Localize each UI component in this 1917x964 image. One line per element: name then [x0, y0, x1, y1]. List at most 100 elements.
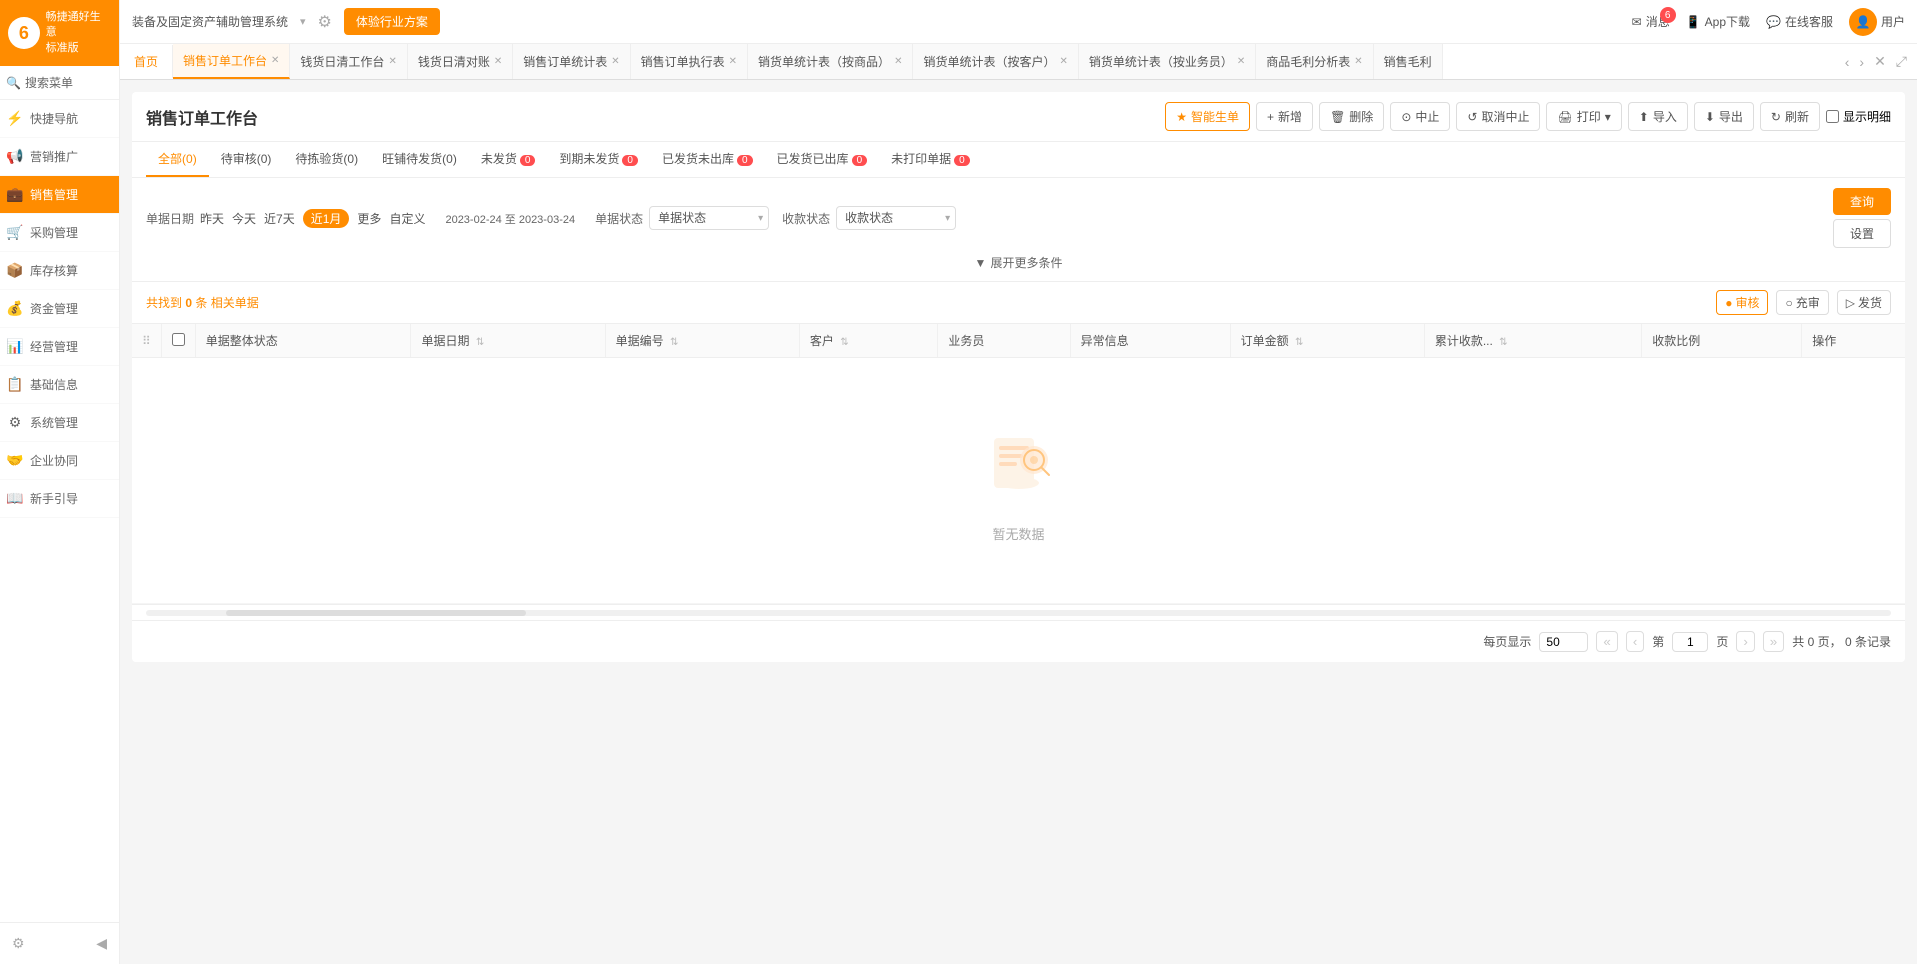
date-opt-yesterday[interactable]: 昨天: [200, 210, 224, 227]
sub-tab-pending-review[interactable]: 待审核(0): [209, 142, 284, 177]
online-service-btn[interactable]: 💬 在线客服: [1766, 13, 1833, 30]
sidebar-item-basic-info[interactable]: 📋 基础信息: [0, 366, 119, 404]
sidebar-item-sales[interactable]: 💼 销售管理: [0, 176, 119, 214]
tab-sales-exec[interactable]: 销售订单执行表 ✕: [631, 44, 748, 79]
last-page-btn[interactable]: »: [1763, 631, 1784, 652]
cancel-stop-btn[interactable]: ↺ 取消中止: [1456, 102, 1540, 131]
th-amount[interactable]: 订单金额 ⇅: [1230, 324, 1424, 358]
sub-tab-all[interactable]: 全部(0): [146, 142, 209, 177]
app-download-btn[interactable]: 📱 App下载: [1686, 13, 1750, 30]
topbar-settings-btn[interactable]: ⚙: [318, 12, 332, 32]
user-menu-btn[interactable]: 👤 用户: [1849, 8, 1905, 36]
sub-tab-shipped-not-in[interactable]: 已发货未出库0: [650, 142, 765, 177]
stop-btn[interactable]: ⊙ 中止: [1390, 102, 1450, 131]
date-opt-1month[interactable]: 近1月: [303, 209, 350, 228]
delete-btn[interactable]: 🗑 删除: [1319, 102, 1384, 131]
sidebar-item-marketing[interactable]: 📢 营销推广: [0, 138, 119, 176]
sidebar-item-cooperation[interactable]: 🤝 企业协同: [0, 442, 119, 480]
select-all-checkbox[interactable]: [172, 333, 185, 346]
tab-home[interactable]: 首页: [120, 45, 173, 78]
page-size-select[interactable]: 50 10 20 100: [1539, 632, 1588, 652]
add-btn[interactable]: + 新增: [1256, 102, 1313, 131]
first-page-btn[interactable]: «: [1596, 631, 1617, 652]
sub-tab-unshipped[interactable]: 未发货0: [469, 142, 548, 177]
tab-gross-profit[interactable]: 商品毛利分析表 ✕: [1256, 44, 1373, 79]
page-input[interactable]: [1672, 632, 1708, 652]
prev-page-btn[interactable]: ‹: [1626, 631, 1644, 652]
sidebar-item-inventory[interactable]: 📦 库存核算: [0, 252, 119, 290]
tab-close-sales-exec[interactable]: ✕: [729, 56, 737, 67]
date-opt-more[interactable]: 更多: [357, 210, 381, 227]
show-detail-label[interactable]: 显示明细: [1826, 108, 1891, 125]
sidebar-item-quick-nav[interactable]: ⚡ 快捷导航: [0, 100, 119, 138]
tab-close-sales-stat[interactable]: ✕: [611, 56, 619, 67]
import-btn[interactable]: ⬆ 导入: [1628, 102, 1688, 131]
tab-close-sales-stat-customer[interactable]: ✕: [1059, 56, 1067, 67]
sub-tab-pending-inspect[interactable]: 待拣验货(0): [283, 142, 370, 177]
th-collected[interactable]: 累计收款... ⇅: [1424, 324, 1641, 358]
tab-close-sales-stat-staff[interactable]: ✕: [1237, 56, 1245, 67]
collapse-btn[interactable]: ◀: [92, 931, 111, 956]
sidebar-search[interactable]: 🔍 搜索菜单: [0, 66, 119, 100]
settings-bottom-btn[interactable]: ⚙: [8, 931, 29, 956]
sub-tab-overdue-unshipped[interactable]: 到期未发货0: [547, 142, 650, 177]
set-btn[interactable]: 设置: [1833, 219, 1891, 248]
tab-sales-stat-staff[interactable]: 销货单统计表（按业务员） ✕: [1079, 44, 1256, 79]
main-area: 装备及固定资产辅助管理系统 ▾ ⚙ 体验行业方案 ✉ 消息 6 📱 App下载 …: [120, 0, 1917, 964]
tab-sales-more[interactable]: 销售毛利: [1374, 44, 1443, 79]
unreview-btn[interactable]: ○ 充审: [1776, 290, 1828, 315]
export-btn[interactable]: ⬇ 导出: [1694, 102, 1754, 131]
sidebar-item-operations[interactable]: 📊 经营管理: [0, 328, 119, 366]
sidebar-item-purchase[interactable]: 🛒 采购管理: [0, 214, 119, 252]
review-btn[interactable]: ● 审核: [1716, 290, 1768, 315]
tab-sales-stat[interactable]: 销售订单统计表 ✕: [513, 44, 630, 79]
print-btn[interactable]: 🖨 打印 ▾: [1546, 102, 1621, 131]
sidebar-item-finance[interactable]: 💰 资金管理: [0, 290, 119, 328]
th-checkbox[interactable]: [161, 324, 195, 358]
tab-sales-stat-product[interactable]: 销货单统计表（按商品） ✕: [748, 44, 913, 79]
query-btn[interactable]: 查询: [1833, 188, 1891, 215]
unreview-icon: ○: [1785, 296, 1792, 310]
tab-close-sales-workbench[interactable]: ✕: [271, 55, 279, 66]
sub-tab-wangpu[interactable]: 旺铺待发货(0): [370, 142, 469, 177]
date-opt-custom[interactable]: 自定义: [389, 210, 425, 227]
smart-create-btn[interactable]: ★ 智能生单: [1165, 102, 1250, 131]
status-select[interactable]: 单据状态: [649, 206, 769, 230]
show-detail-checkbox[interactable]: [1826, 110, 1839, 123]
expand-conditions-btn[interactable]: ▼ 展开更多条件: [146, 254, 1891, 271]
th-customer[interactable]: 客户 ⇅: [799, 324, 938, 358]
date-opt-today[interactable]: 今天: [232, 210, 256, 227]
payment-select[interactable]: 收款状态: [836, 206, 956, 230]
sub-tab-unprinted[interactable]: 未打印单据0: [879, 142, 982, 177]
industry-btn[interactable]: 体验行业方案: [344, 8, 440, 35]
sidebar-item-guide[interactable]: 📖 新手引导: [0, 480, 119, 518]
tab-close-cash-daily[interactable]: ✕: [388, 56, 396, 67]
tab-fullscreen-btn[interactable]: ⤢: [1892, 51, 1911, 72]
system-dropdown-btn[interactable]: ▾: [300, 15, 306, 28]
tab-cash-reconcile[interactable]: 钱货日清对账 ✕: [408, 44, 513, 79]
tab-next-btn[interactable]: ›: [1855, 52, 1868, 72]
tab-prev-btn[interactable]: ‹: [1841, 52, 1854, 72]
messages-btn[interactable]: ✉ 消息 6: [1632, 13, 1670, 30]
tab-sales-workbench[interactable]: 销售订单工作台 ✕: [173, 44, 290, 79]
tab-close-gross-profit[interactable]: ✕: [1354, 56, 1362, 67]
sub-tab-shipped-out[interactable]: 已发货已出库0: [765, 142, 880, 177]
refresh-btn[interactable]: ↻ 刷新: [1760, 102, 1820, 131]
operations-icon: 📊: [6, 338, 24, 355]
ship-btn[interactable]: ▷ 发货: [1837, 290, 1891, 315]
scroll-track[interactable]: [146, 610, 1891, 616]
tab-close-all-btn[interactable]: ✕: [1870, 51, 1890, 72]
sidebar-logo[interactable]: 6 畅捷通好生意 标准版: [0, 0, 119, 66]
scroll-thumb[interactable]: [226, 610, 526, 616]
next-page-btn[interactable]: ›: [1736, 631, 1754, 652]
tab-close-sales-stat-product[interactable]: ✕: [894, 56, 902, 67]
th-date[interactable]: 单据日期 ⇅: [411, 324, 605, 358]
tab-sales-stat-customer[interactable]: 销货单统计表（按客户） ✕: [913, 44, 1078, 79]
th-staff[interactable]: 业务员: [938, 324, 1070, 358]
tab-cash-daily[interactable]: 钱货日清工作台 ✕: [290, 44, 407, 79]
system-icon: ⚙: [6, 414, 24, 431]
sidebar-item-system[interactable]: ⚙ 系统管理: [0, 404, 119, 442]
tab-close-cash-reconcile[interactable]: ✕: [494, 56, 502, 67]
date-opt-7days[interactable]: 近7天: [264, 210, 295, 227]
th-number[interactable]: 单据编号 ⇅: [605, 324, 799, 358]
